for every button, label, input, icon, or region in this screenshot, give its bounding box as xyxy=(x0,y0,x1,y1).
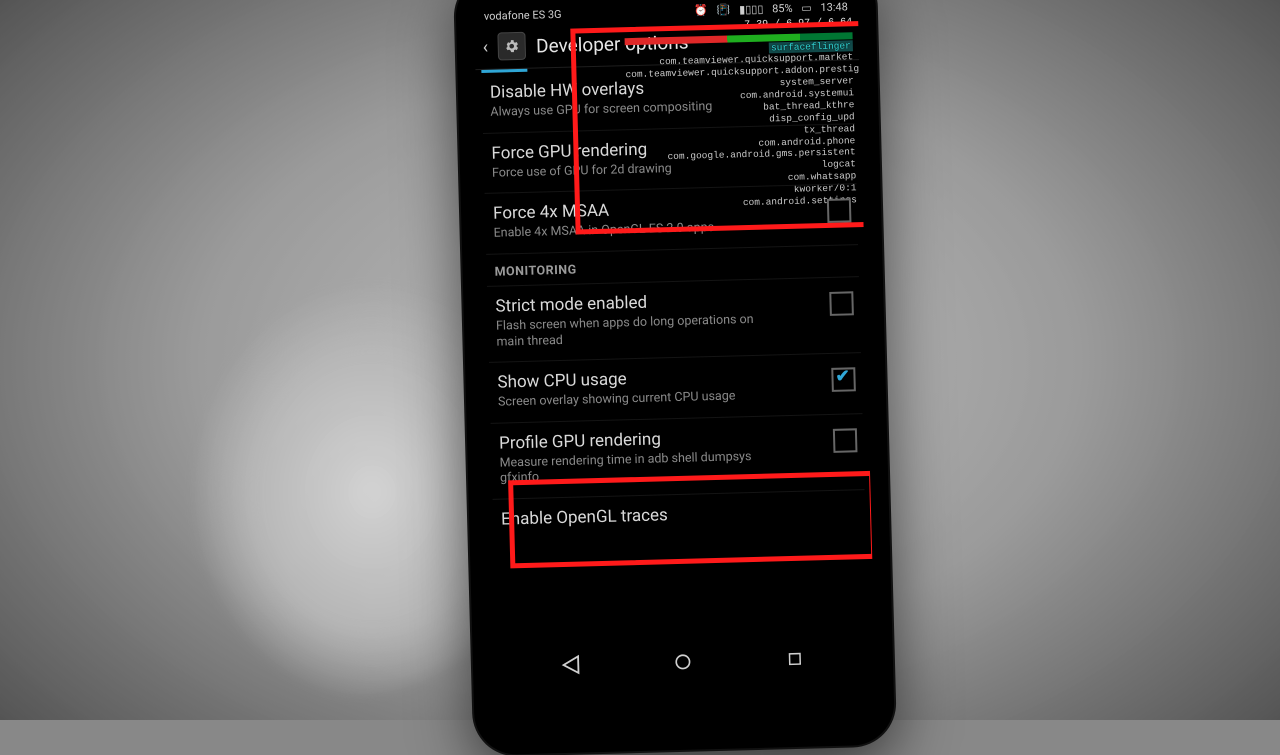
checkbox-checked[interactable] xyxy=(831,367,856,392)
item-title: Disable HW overlays xyxy=(490,73,846,102)
item-title: Force GPU rendering xyxy=(491,134,847,163)
item-show-cpu-usage[interactable]: Show CPU usage Screen overlay showing cu… xyxy=(489,353,862,423)
item-disable-hw-overlays[interactable]: Disable HW overlays Always use GPU for s… xyxy=(481,63,854,133)
item-profile-gpu-rendering[interactable]: Profile GPU rendering Measure rendering … xyxy=(491,414,865,500)
back-icon[interactable]: ‹ xyxy=(482,36,488,57)
item-force-gpu-rendering[interactable]: Force GPU rendering Force use of GPU for… xyxy=(483,124,856,194)
clock: 13:48 xyxy=(820,0,848,14)
phone-frame: vodafone ES 3G ⏰ 📳 ▮▯▯▯ 85% ▭ 13:48 7.39… xyxy=(455,0,895,755)
item-title: Strict mode enabled xyxy=(495,287,851,316)
checkbox[interactable] xyxy=(827,199,852,224)
item-enable-opengl-traces[interactable]: Enable OpenGL traces xyxy=(493,490,866,542)
nav-recents-icon[interactable] xyxy=(784,648,807,671)
item-strict-mode[interactable]: Strict mode enabled Flash screen when ap… xyxy=(487,277,861,363)
item-title: Force 4x MSAA xyxy=(493,195,849,224)
nav-back-icon[interactable] xyxy=(560,654,583,677)
item-force-4x-msaa[interactable]: Force 4x MSAA Enable 4x MSAA in OpenGL E… xyxy=(485,184,858,254)
status-right: ⏰ 📳 ▮▯▯▯ 85% ▭ 13:48 xyxy=(688,0,848,17)
battery-pct: 85% xyxy=(772,2,793,16)
signal-icon: ▮▯▯▯ xyxy=(739,2,764,16)
item-subtitle: Measure rendering time in adb shell dump… xyxy=(499,449,760,487)
item-title: Show CPU usage xyxy=(497,363,853,392)
battery-icon: ▭ xyxy=(801,1,812,14)
checkbox[interactable] xyxy=(829,291,854,316)
alarm-icon: ⏰ xyxy=(694,4,708,17)
checkbox[interactable] xyxy=(833,428,858,453)
item-title: Profile GPU rendering xyxy=(499,424,855,453)
carrier-label: vodafone ES 3G xyxy=(484,7,562,22)
phone-screen: vodafone ES 3G ⏰ 📳 ▮▯▯▯ 85% ▭ 13:48 7.39… xyxy=(474,0,876,695)
nav-home-icon[interactable] xyxy=(672,651,695,674)
vibrate-icon: 📳 xyxy=(717,3,731,16)
settings-list[interactable]: Disable HW overlays Always use GPU for s… xyxy=(475,63,871,542)
android-nav-bar xyxy=(490,637,875,687)
item-title: Enable OpenGL traces xyxy=(501,500,857,529)
item-subtitle: Flash screen when apps do long operation… xyxy=(496,312,757,350)
settings-gear-icon[interactable] xyxy=(498,32,527,61)
